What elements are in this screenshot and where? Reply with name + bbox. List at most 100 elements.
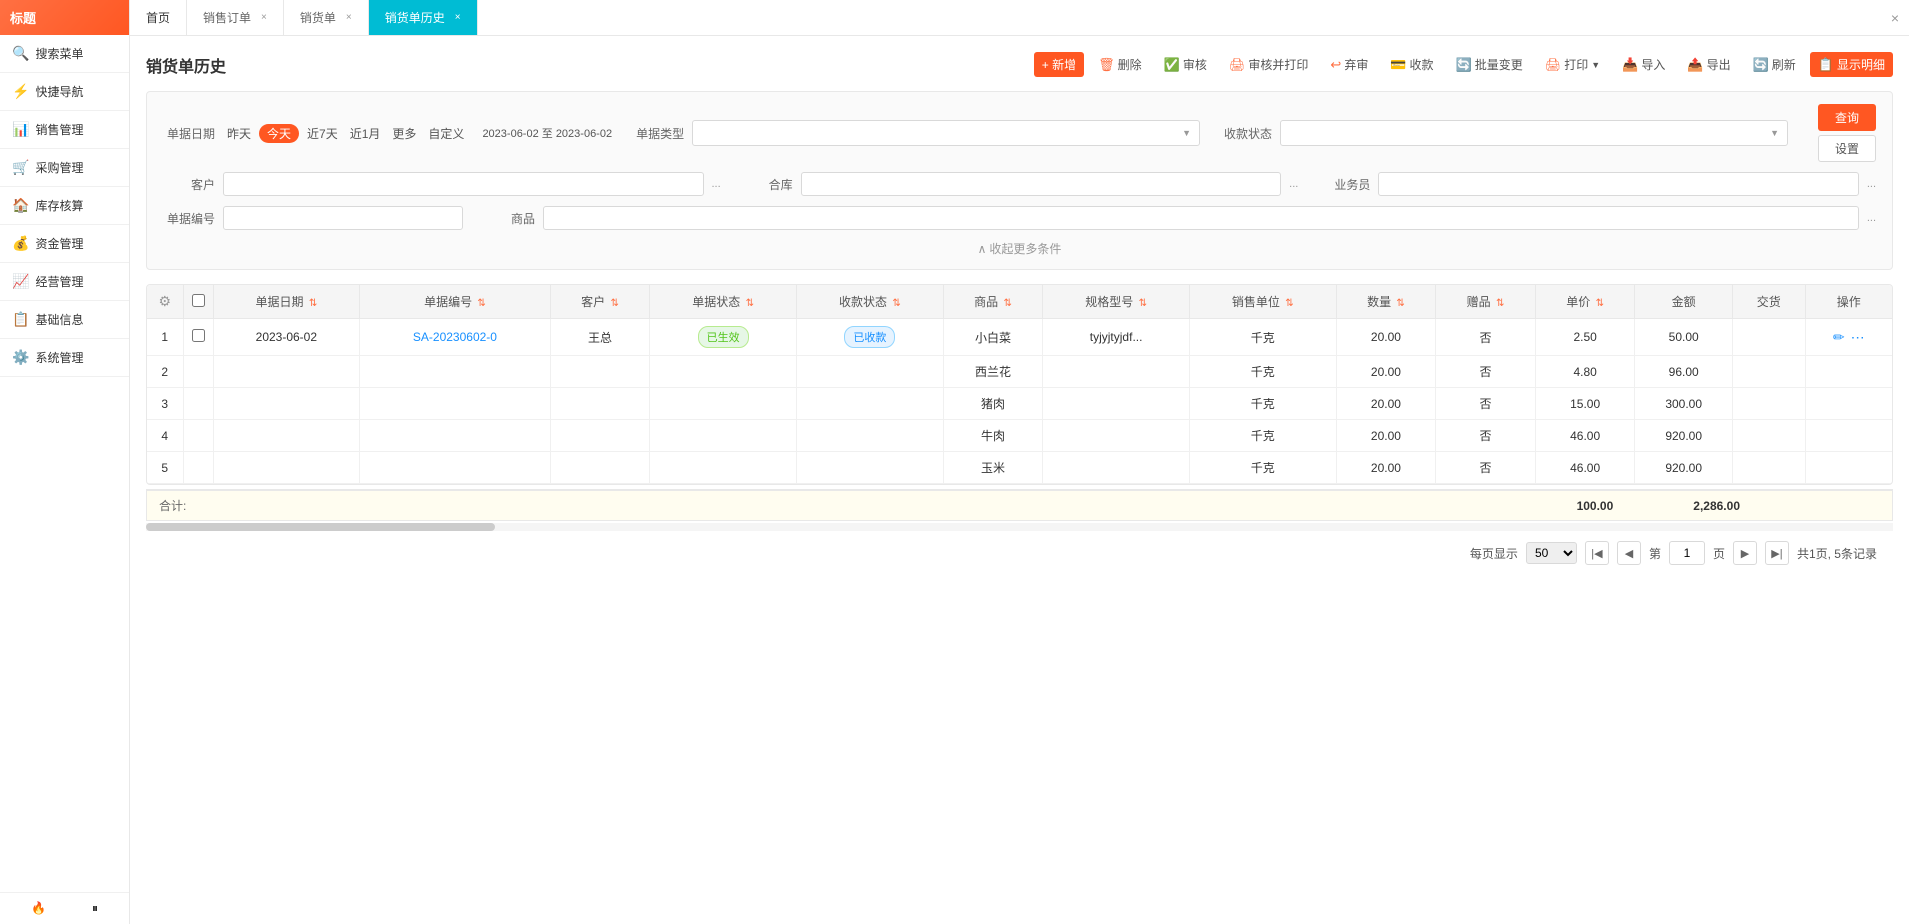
collapse-button[interactable]: ∧ 收起更多条件 xyxy=(163,240,1876,257)
more-icon[interactable]: ⋯ xyxy=(1851,329,1865,346)
pause-icon[interactable]: ⏸ xyxy=(92,901,98,916)
batch-icon: 🔄 xyxy=(1456,57,1472,73)
date-1month[interactable]: 近1月 xyxy=(346,124,385,143)
date-today[interactable]: 今天 xyxy=(259,124,299,143)
col-doc-status[interactable]: 单据状态 ⇅ xyxy=(650,285,797,319)
col-customer[interactable]: 客户 ⇅ xyxy=(550,285,650,319)
settings-button[interactable]: 设置 xyxy=(1818,135,1876,162)
gear-icon[interactable]: ⚙ xyxy=(158,293,171,309)
export-label: 导出 xyxy=(1707,56,1731,73)
tab-sales-history[interactable]: 销货单历史 × xyxy=(369,0,478,35)
row-goods: 牛肉 xyxy=(943,420,1043,452)
sidebar-item-label: 系统管理 xyxy=(35,349,83,366)
customer-input[interactable] xyxy=(223,172,704,196)
new-button[interactable]: + 新增 xyxy=(1034,52,1084,77)
col-gift[interactable]: 赠品 ⇅ xyxy=(1436,285,1536,319)
col-customer-label: 客户 xyxy=(581,295,605,309)
import-button[interactable]: 📥 导入 xyxy=(1614,52,1673,77)
col-qty[interactable]: 数量 ⇅ xyxy=(1336,285,1436,319)
col-spec[interactable]: 规格型号 ⇅ xyxy=(1043,285,1190,319)
tab-home[interactable]: 首页 xyxy=(130,0,187,35)
sidebar-item-operations[interactable]: 📈 经营管理 xyxy=(0,263,129,301)
goods-more-icon[interactable]: ... xyxy=(1867,212,1876,224)
row-check[interactable] xyxy=(183,388,213,420)
col-unit-price[interactable]: 单价 ⇅ xyxy=(1535,285,1635,319)
refresh-button[interactable]: 🔄 刷新 xyxy=(1745,52,1804,77)
row-doc-status xyxy=(650,452,797,484)
filter-section: 单据日期 昨天 今天 近7天 近1月 更多 自定义 2023-06-02 至 2… xyxy=(146,91,1893,270)
window-close-button[interactable]: × xyxy=(1891,10,1909,26)
page-header: 销货单历史 + 新增 🗑 删除 ✅ 审核 🖨 审核并打印 ↩ xyxy=(146,52,1893,77)
date-more[interactable]: 更多 xyxy=(388,124,420,143)
row-doc-date xyxy=(213,356,360,388)
close-icon[interactable]: × xyxy=(346,12,352,23)
sidebar-item-basic-info[interactable]: 📋 基础信息 xyxy=(0,301,129,339)
last-page-button[interactable]: ▶| xyxy=(1765,541,1789,565)
sidebar-item-quick-nav[interactable]: ⚡ 快捷导航 xyxy=(0,73,129,111)
tab-sales-goods[interactable]: 销货单 × xyxy=(284,0,369,35)
per-page-select[interactable]: 50 100 200 xyxy=(1526,542,1577,564)
approve-print-button[interactable]: 🖨 审核并打印 xyxy=(1221,52,1317,77)
batch-change-button[interactable]: 🔄 批量变更 xyxy=(1448,52,1531,77)
row-check[interactable] xyxy=(183,356,213,388)
row-doc-no xyxy=(360,452,551,484)
customer-more-icon[interactable]: ... xyxy=(712,178,721,190)
prev-page-button[interactable]: ◀ xyxy=(1617,541,1641,565)
row-unit: 千克 xyxy=(1189,388,1336,420)
query-button[interactable]: 查询 xyxy=(1818,104,1876,131)
tab-sales-order[interactable]: 销售订单 × xyxy=(187,0,284,35)
warehouse-input[interactable] xyxy=(801,172,1282,196)
scrollbar-thumb[interactable] xyxy=(146,523,495,531)
row-checkbox[interactable] xyxy=(192,329,205,342)
col-pay-status[interactable]: 收款状态 ⇅ xyxy=(796,285,943,319)
select-all-checkbox[interactable] xyxy=(192,294,205,307)
horizontal-scrollbar[interactable] xyxy=(146,523,1893,531)
sidebar-item-sales-mgmt[interactable]: 📊 销售管理 xyxy=(0,111,129,149)
sidebar-item-finance[interactable]: 💰 资金管理 xyxy=(0,225,129,263)
row-check[interactable] xyxy=(183,420,213,452)
row-check[interactable] xyxy=(183,452,213,484)
sidebar-item-inventory[interactable]: 🏠 库存核算 xyxy=(0,187,129,225)
print-button[interactable]: 🖨 打印 ▼ xyxy=(1537,52,1608,77)
approve-button[interactable]: ✅ 审核 xyxy=(1156,52,1215,77)
doc-no-link[interactable]: SA-20230602-0 xyxy=(413,330,497,344)
sidebar: 标题 🔍 搜索菜单 ⚡ 快捷导航 📊 销售管理 🛒 采购管理 🏠 库存核算 💰 … xyxy=(0,0,130,924)
warehouse-more-icon[interactable]: ... xyxy=(1289,178,1298,190)
collect-button[interactable]: 💳 收款 xyxy=(1382,52,1441,77)
show-detail-button[interactable]: 📋 显示明细 xyxy=(1810,52,1893,77)
business-more-icon[interactable]: ... xyxy=(1867,178,1876,190)
abandon-button[interactable]: ↩ 弃审 xyxy=(1322,52,1376,77)
first-page-button[interactable]: |◀ xyxy=(1585,541,1609,565)
row-action xyxy=(1805,388,1892,420)
edit-icon[interactable]: ✏ xyxy=(1833,329,1845,346)
col-doc-no[interactable]: 单据编号 ⇅ xyxy=(360,285,551,319)
doc-type-select[interactable]: ▼ xyxy=(692,120,1200,146)
export-button[interactable]: 📤 导出 xyxy=(1679,52,1738,77)
payment-status-select[interactable]: ▼ xyxy=(1280,120,1788,146)
col-unit[interactable]: 销售单位 ⇅ xyxy=(1189,285,1336,319)
doc-no-input[interactable] xyxy=(223,206,463,230)
col-gear[interactable]: ⚙ xyxy=(147,285,183,319)
col-trade: 交货 xyxy=(1732,285,1805,319)
row-check[interactable] xyxy=(183,319,213,356)
col-action: 操作 xyxy=(1805,285,1892,319)
date-custom[interactable]: 自定义 xyxy=(424,124,468,143)
page-input[interactable] xyxy=(1669,541,1705,565)
close-icon[interactable]: × xyxy=(261,12,267,23)
date-yesterday[interactable]: 昨天 xyxy=(223,124,255,143)
business-input[interactable] xyxy=(1378,172,1859,196)
close-icon[interactable]: × xyxy=(455,12,461,23)
next-page-button[interactable]: ▶ xyxy=(1733,541,1757,565)
row-qty: 20.00 xyxy=(1336,319,1436,356)
fire-icon[interactable]: 🔥 xyxy=(31,901,46,916)
sidebar-item-system-mgmt[interactable]: ⚙️ 系统管理 xyxy=(0,339,129,377)
col-doc-date[interactable]: 单据日期 ⇅ xyxy=(213,285,360,319)
goods-input[interactable] xyxy=(543,206,1859,230)
sidebar-item-search-menu[interactable]: 🔍 搜索菜单 xyxy=(0,35,129,73)
col-goods[interactable]: 商品 ⇅ xyxy=(943,285,1043,319)
operations-icon: 📈 xyxy=(12,273,29,290)
abandon-icon: ↩ xyxy=(1330,57,1341,73)
delete-button[interactable]: 🗑 删除 xyxy=(1090,52,1150,77)
sidebar-item-purchase-mgmt[interactable]: 🛒 采购管理 xyxy=(0,149,129,187)
date-7days[interactable]: 近7天 xyxy=(303,124,342,143)
